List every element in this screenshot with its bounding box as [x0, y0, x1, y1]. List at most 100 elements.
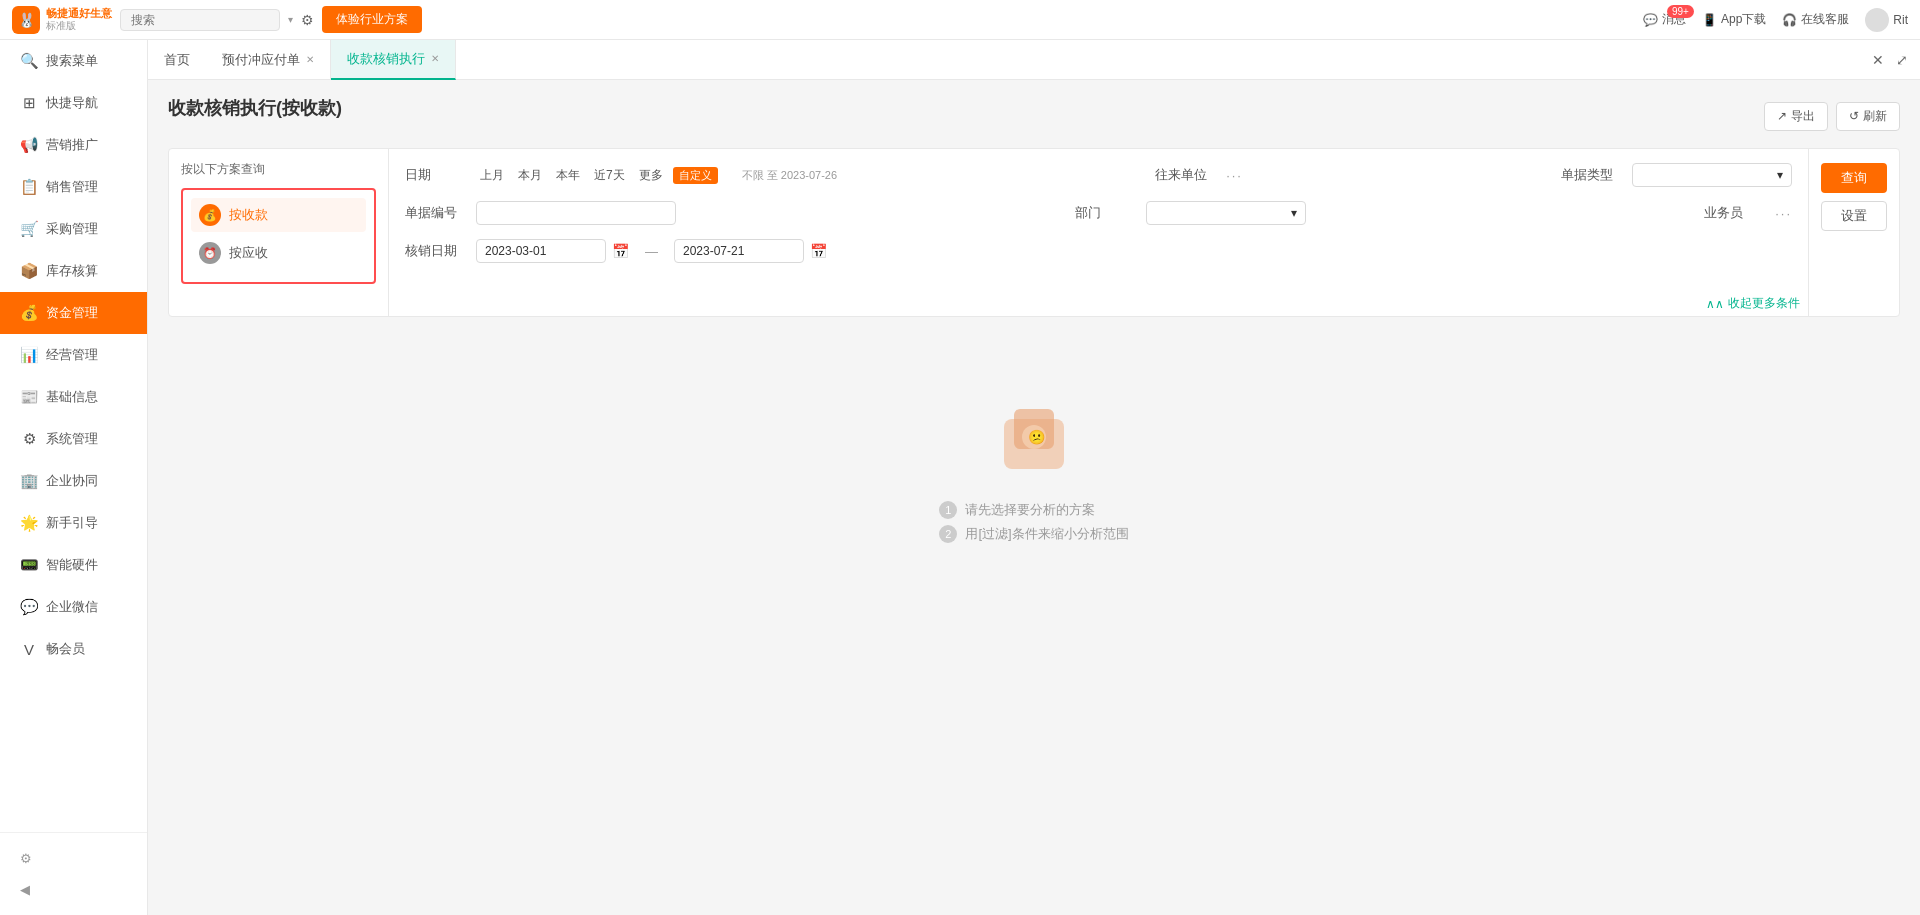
gear-icon[interactable]: ⚙	[301, 12, 314, 28]
message-item[interactable]: 💬 消息 99+	[1643, 11, 1686, 28]
date-7days[interactable]: 近7天	[590, 165, 629, 186]
export-btn[interactable]: ↗ 导出	[1764, 102, 1828, 131]
hint-text-1: 请先选择要分析的方案	[965, 501, 1095, 519]
sidebar-item-inventory[interactable]: 📦库存核算	[0, 250, 147, 292]
sidebar-label-operation: 经营管理	[46, 346, 98, 364]
tab-close-all-btn[interactable]: ✕	[1868, 48, 1888, 72]
doc-type-label: 单据类型	[1561, 166, 1616, 184]
collapse-more-btn[interactable]: ∧∧ 收起更多条件	[1698, 291, 1808, 316]
online-service-item[interactable]: 🎧 在线客服	[1782, 11, 1849, 28]
hint-text-2: 用[过滤]条件来缩小分析范围	[965, 525, 1128, 543]
sales-icon: 📋	[20, 178, 38, 196]
sidebar-item-system[interactable]: ⚙系统管理	[0, 418, 147, 460]
writeoff-date-from[interactable]	[476, 239, 606, 263]
search-icon: 🔍	[20, 52, 38, 70]
filter-setting-btn[interactable]: 设置	[1821, 201, 1887, 231]
chevron-down-icon: ▾	[288, 14, 293, 25]
tab-prepay[interactable]: 预付冲应付单 ✕	[206, 40, 331, 80]
sidebar-collapse-btn[interactable]: ◀	[0, 874, 147, 905]
date-more[interactable]: 更多	[635, 165, 667, 186]
service-icon: 🎧	[1782, 13, 1797, 27]
tabs-actions: ✕ ⤢	[1860, 48, 1920, 72]
sidebar-item-marketing[interactable]: 📢营销推广	[0, 124, 147, 166]
empty-hint-2: 2 用[过滤]条件来缩小分析范围	[939, 525, 1128, 543]
tab-maximize-btn[interactable]: ⤢	[1892, 48, 1912, 72]
user-profile[interactable]: Rit	[1865, 8, 1908, 32]
enterprise-icon: 🏢	[20, 472, 38, 490]
filter-row-1: 日期 上月 本月 本年 近7天 更多 自定义 不限 至 2023-07-26	[405, 163, 1792, 187]
sidebar-label-basic-info: 基础信息	[46, 388, 98, 406]
sidebar-settings-btn[interactable]: ⚙	[0, 843, 147, 874]
finance-icon: 💰	[20, 304, 38, 322]
calendar-to-icon[interactable]: 📅	[810, 243, 827, 259]
filter-scheme-panel: 按以下方案查询 💰 按收款 ⏰ 按应收	[169, 149, 389, 316]
industry-btn[interactable]: 体验行业方案	[322, 6, 422, 33]
date-last-month[interactable]: 上月	[476, 165, 508, 186]
quick-nav-icon: ⊞	[20, 94, 38, 112]
app-icon: 📱	[1702, 13, 1717, 27]
sidebar-label-guide: 新手引导	[46, 514, 98, 532]
date-shortcuts: 上月 本月 本年 近7天 更多 自定义	[476, 165, 718, 186]
top-bar-left: 🐰 畅捷通好生意 标准版 ▾ ⚙ 体验行业方案	[12, 6, 422, 34]
sidebar-item-member[interactable]: V畅会员	[0, 628, 147, 670]
filter-body: 日期 上月 本月 本年 近7天 更多 自定义 不限 至 2023-07-26	[389, 149, 1808, 316]
writeoff-date-to[interactable]	[674, 239, 804, 263]
marketing-icon: 📢	[20, 136, 38, 154]
svg-text:😕: 😕	[1028, 429, 1046, 446]
brand-icon: 🐰	[12, 6, 40, 34]
filter-option-by-receipt[interactable]: 💰 按收款	[191, 198, 366, 232]
sidebar-label-wechat: 企业微信	[46, 598, 98, 616]
system-icon: ⚙	[20, 430, 38, 448]
counterparty-input[interactable]: ···	[1226, 168, 1243, 183]
dept-select[interactable]: ▾	[1146, 201, 1306, 225]
staff-input[interactable]: ···	[1775, 206, 1792, 221]
sidebar-item-wechat[interactable]: 💬企业微信	[0, 586, 147, 628]
doc-no-input[interactable]	[476, 201, 676, 225]
sidebar-label-smart-hw: 智能硬件	[46, 556, 98, 574]
date-custom[interactable]: 自定义	[673, 167, 718, 184]
tab-receipt-writeoff[interactable]: 收款核销执行 ✕	[331, 40, 456, 80]
chevron-down-icon: ▾	[1777, 168, 1783, 182]
empty-illustration: 😕	[984, 389, 1084, 489]
receivable-label: 按应收	[229, 244, 268, 262]
query-btn[interactable]: 查询	[1821, 163, 1887, 193]
filter-option-by-receivable[interactable]: ⏰ 按应收	[191, 236, 366, 270]
sidebar-item-smart-hw[interactable]: 📟智能硬件	[0, 544, 147, 586]
calendar-from-icon[interactable]: 📅	[612, 243, 629, 259]
sidebar-label-enterprise: 企业协同	[46, 472, 98, 490]
sidebar-item-sales[interactable]: 📋销售管理	[0, 166, 147, 208]
sidebar-item-basic-info[interactable]: 📰 基础信息	[0, 376, 147, 418]
receipt-icon: 💰	[199, 204, 221, 226]
counterparty-label: 往来单位	[1155, 166, 1210, 184]
sidebar-item-finance[interactable]: 💰资金管理	[0, 292, 147, 334]
refresh-icon: ↺	[1849, 109, 1859, 123]
date-label: 日期	[405, 166, 460, 184]
search-input[interactable]	[120, 9, 280, 31]
sidebar-item-guide[interactable]: 🌟新手引导	[0, 502, 147, 544]
tab-prepay-close[interactable]: ✕	[306, 54, 314, 65]
tab-receipt-writeoff-close[interactable]: ✕	[431, 53, 439, 64]
filter-fields: 日期 上月 本月 本年 近7天 更多 自定义 不限 至 2023-07-26	[389, 149, 1808, 291]
app-download-item[interactable]: 📱 App下载	[1702, 11, 1766, 28]
date-this-year[interactable]: 本年	[552, 165, 584, 186]
page-title: 收款核销执行(按收款)	[168, 96, 342, 120]
hint-num-2: 2	[939, 525, 957, 543]
sidebar-item-search[interactable]: 🔍搜索菜单	[0, 40, 147, 82]
sidebar-item-operation[interactable]: 📊经营管理	[0, 334, 147, 376]
empty-hints: 1 请先选择要分析的方案 2 用[过滤]条件来缩小分析范围	[939, 501, 1128, 543]
date-this-month[interactable]: 本月	[514, 165, 546, 186]
dept-label: 部门	[1075, 204, 1130, 222]
content-area: 首页 预付冲应付单 ✕ 收款核销执行 ✕ ✕ ⤢ 收款核销执行(按收款) ↗	[148, 40, 1920, 915]
refresh-btn[interactable]: ↺ 刷新	[1836, 102, 1900, 131]
sidebar-label-purchase: 采购管理	[46, 220, 98, 238]
tab-prepay-label: 预付冲应付单	[222, 51, 300, 69]
doc-type-select[interactable]: ▾	[1632, 163, 1792, 187]
filter-panel: 按以下方案查询 💰 按收款 ⏰ 按应收	[168, 148, 1900, 317]
sidebar-item-quick-nav[interactable]: ⊞快捷导航	[0, 82, 147, 124]
brand: 🐰 畅捷通好生意 标准版	[12, 6, 112, 34]
tab-home[interactable]: 首页	[148, 40, 206, 80]
sidebar-item-purchase[interactable]: 🛒采购管理	[0, 208, 147, 250]
date-separator: —	[645, 244, 658, 259]
basic-info-icon: 📰	[20, 388, 38, 406]
sidebar-item-enterprise[interactable]: 🏢 企业协同	[0, 460, 147, 502]
